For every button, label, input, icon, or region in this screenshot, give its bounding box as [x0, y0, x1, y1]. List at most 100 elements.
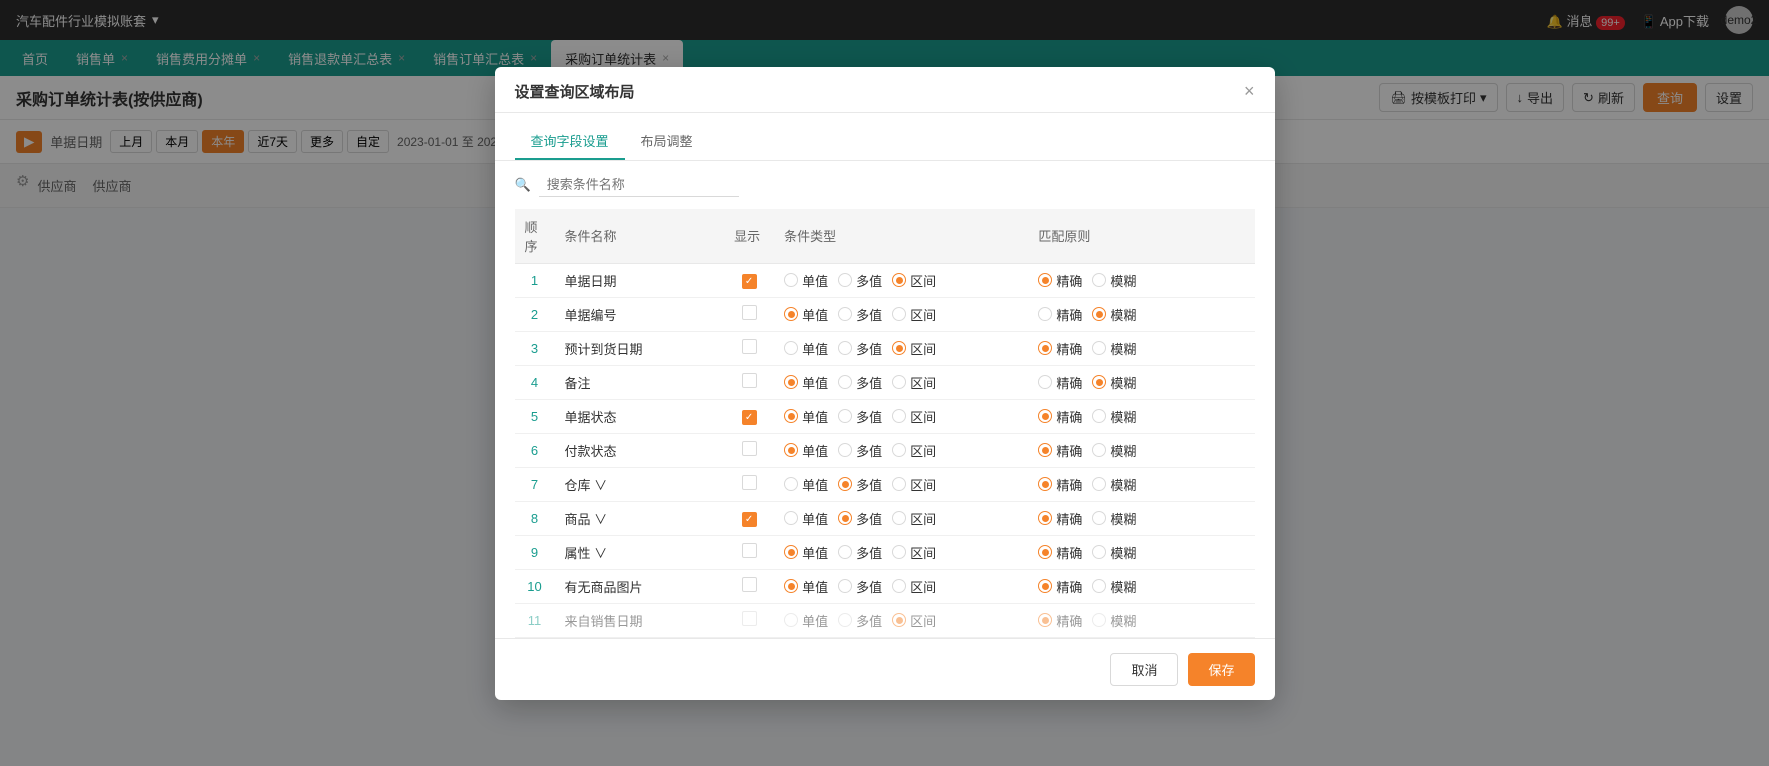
display-checkbox[interactable]: [742, 475, 757, 490]
type-radio-type_range[interactable]: 区间: [892, 305, 936, 324]
cell-display[interactable]: [724, 433, 774, 467]
type-radio-type_range[interactable]: 区间: [892, 475, 936, 494]
type-radio-type_range[interactable]: 区间: [892, 509, 936, 528]
type-radio-type_multi[interactable]: 多值: [838, 339, 882, 358]
type-radio-type_range[interactable]: 区间: [892, 611, 936, 630]
type-radio-type_single[interactable]: 单值: [784, 577, 828, 596]
match-radio-match_fuzzy[interactable]: 模糊: [1092, 305, 1136, 324]
cell-match[interactable]: 精确模糊: [1028, 501, 1254, 535]
type-radio-type_range[interactable]: 区间: [892, 441, 936, 460]
cell-match[interactable]: 精确模糊: [1028, 433, 1254, 467]
modal-close-button[interactable]: ×: [1244, 82, 1255, 100]
match-radio-match_exact[interactable]: 精确: [1038, 407, 1082, 426]
type-radio-type_multi[interactable]: 多值: [838, 543, 882, 562]
type-radio-type_multi[interactable]: 多值: [838, 407, 882, 426]
type-radio-type_single[interactable]: 单值: [784, 339, 828, 358]
type-radio-type_single[interactable]: 单值: [784, 373, 828, 392]
match-radio-match_exact[interactable]: 精确: [1038, 339, 1082, 358]
type-radio-type_single[interactable]: 单值: [784, 305, 828, 324]
modal-tab-layout[interactable]: 布局调整: [625, 123, 709, 160]
cell-type[interactable]: 单值多值区间: [774, 433, 1028, 467]
cell-display[interactable]: [724, 365, 774, 399]
type-radio-type_single[interactable]: 单值: [784, 509, 828, 528]
match-radio-match_fuzzy[interactable]: 模糊: [1092, 339, 1136, 358]
display-checkbox[interactable]: [742, 577, 757, 592]
display-checkbox[interactable]: [742, 274, 757, 289]
type-radio-type_range[interactable]: 区间: [892, 373, 936, 392]
cell-type[interactable]: 单值多值区间: [774, 501, 1028, 535]
type-radio-type_multi[interactable]: 多值: [838, 373, 882, 392]
cell-display[interactable]: [724, 603, 774, 637]
type-radio-type_range[interactable]: 区间: [892, 407, 936, 426]
type-radio-type_single[interactable]: 单值: [784, 407, 828, 426]
cancel-button[interactable]: 取消: [1110, 653, 1178, 686]
match-radio-match_exact[interactable]: 精确: [1038, 373, 1082, 392]
type-radio-type_multi[interactable]: 多值: [838, 441, 882, 460]
cell-match[interactable]: 精确模糊: [1028, 569, 1254, 603]
match-radio-match_fuzzy[interactable]: 模糊: [1092, 611, 1136, 630]
display-checkbox[interactable]: [742, 339, 757, 354]
cell-type[interactable]: 单值多值区间: [774, 365, 1028, 399]
cell-display[interactable]: [724, 263, 774, 297]
match-radio-match_fuzzy[interactable]: 模糊: [1092, 475, 1136, 494]
type-radio-type_range[interactable]: 区间: [892, 271, 936, 290]
cell-display[interactable]: [724, 297, 774, 331]
cell-match[interactable]: 精确模糊: [1028, 365, 1254, 399]
save-button[interactable]: 保存: [1188, 653, 1254, 686]
match-radio-match_fuzzy[interactable]: 模糊: [1092, 543, 1136, 562]
match-radio-match_exact[interactable]: 精确: [1038, 475, 1082, 494]
cell-match[interactable]: 精确模糊: [1028, 331, 1254, 365]
match-radio-match_fuzzy[interactable]: 模糊: [1092, 441, 1136, 460]
type-radio-type_single[interactable]: 单值: [784, 611, 828, 630]
cell-display[interactable]: [724, 399, 774, 433]
display-checkbox[interactable]: [742, 410, 757, 425]
type-radio-type_multi[interactable]: 多值: [838, 509, 882, 528]
modal-tab-query-fields[interactable]: 查询字段设置: [515, 123, 625, 160]
match-radio-match_exact[interactable]: 精确: [1038, 509, 1082, 528]
cell-match[interactable]: 精确模糊: [1028, 263, 1254, 297]
cell-type[interactable]: 单值多值区间: [774, 467, 1028, 501]
match-radio-match_fuzzy[interactable]: 模糊: [1092, 373, 1136, 392]
cell-display[interactable]: [724, 501, 774, 535]
match-radio-match_fuzzy[interactable]: 模糊: [1092, 407, 1136, 426]
cell-type[interactable]: 单值多值区间: [774, 603, 1028, 637]
match-radio-match_fuzzy[interactable]: 模糊: [1092, 271, 1136, 290]
cell-display[interactable]: [724, 467, 774, 501]
cell-type[interactable]: 单值多值区间: [774, 535, 1028, 569]
match-radio-match_exact[interactable]: 精确: [1038, 305, 1082, 324]
cell-display[interactable]: [724, 331, 774, 365]
type-radio-type_single[interactable]: 单值: [784, 543, 828, 562]
type-radio-type_range[interactable]: 区间: [892, 339, 936, 358]
display-checkbox[interactable]: [742, 611, 757, 626]
type-radio-type_range[interactable]: 区间: [892, 543, 936, 562]
cell-type[interactable]: 单值多值区间: [774, 399, 1028, 433]
search-input[interactable]: [539, 173, 739, 197]
type-radio-type_multi[interactable]: 多值: [838, 577, 882, 596]
cell-type[interactable]: 单值多值区间: [774, 263, 1028, 297]
match-radio-match_fuzzy[interactable]: 模糊: [1092, 509, 1136, 528]
match-radio-match_exact[interactable]: 精确: [1038, 577, 1082, 596]
cell-match[interactable]: 精确模糊: [1028, 399, 1254, 433]
type-radio-type_single[interactable]: 单值: [784, 441, 828, 460]
match-radio-match_exact[interactable]: 精确: [1038, 441, 1082, 460]
cell-type[interactable]: 单值多值区间: [774, 331, 1028, 365]
type-radio-type_multi[interactable]: 多值: [838, 475, 882, 494]
cell-display[interactable]: [724, 535, 774, 569]
type-radio-type_multi[interactable]: 多值: [838, 271, 882, 290]
type-radio-type_single[interactable]: 单值: [784, 271, 828, 290]
cell-display[interactable]: [724, 569, 774, 603]
display-checkbox[interactable]: [742, 305, 757, 320]
cell-type[interactable]: 单值多值区间: [774, 297, 1028, 331]
display-checkbox[interactable]: [742, 441, 757, 456]
type-radio-type_multi[interactable]: 多值: [838, 305, 882, 324]
cell-match[interactable]: 精确模糊: [1028, 467, 1254, 501]
match-radio-match_fuzzy[interactable]: 模糊: [1092, 577, 1136, 596]
match-radio-match_exact[interactable]: 精确: [1038, 543, 1082, 562]
type-radio-type_multi[interactable]: 多值: [838, 611, 882, 630]
cell-match[interactable]: 精确模糊: [1028, 297, 1254, 331]
display-checkbox[interactable]: [742, 512, 757, 527]
type-radio-type_single[interactable]: 单值: [784, 475, 828, 494]
display-checkbox[interactable]: [742, 373, 757, 388]
cell-match[interactable]: 精确模糊: [1028, 535, 1254, 569]
display-checkbox[interactable]: [742, 543, 757, 558]
